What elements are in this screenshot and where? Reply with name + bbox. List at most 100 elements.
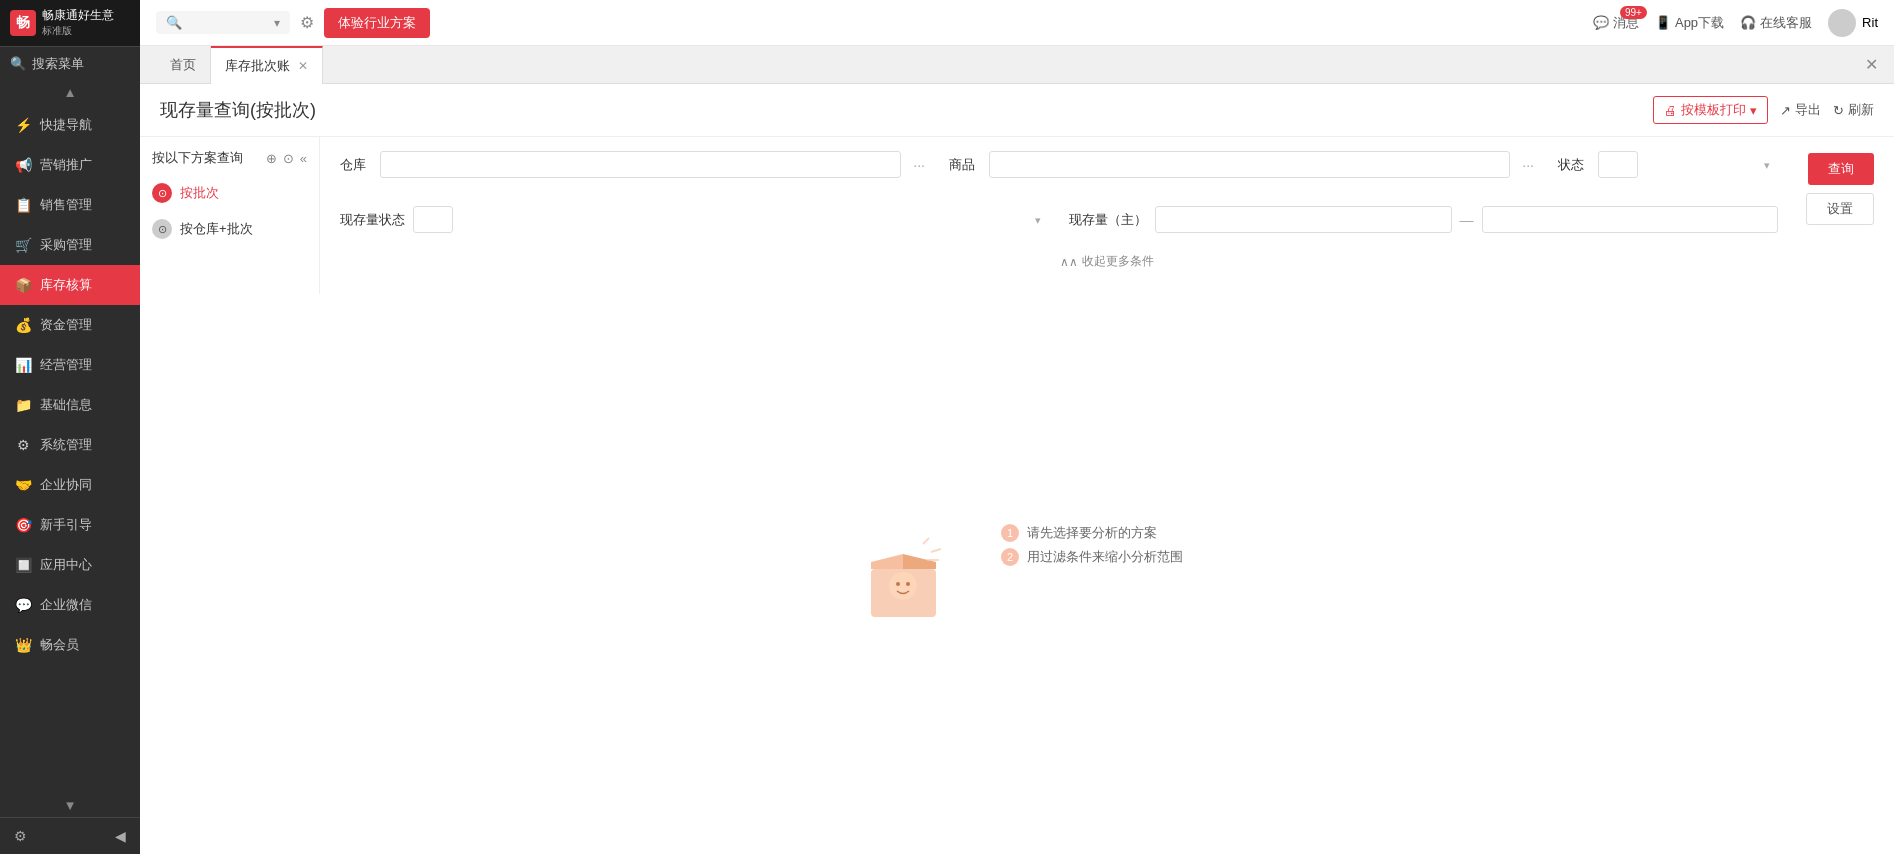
sidebar-label: 企业协同 [40,476,92,494]
sidebar-label: 营销推广 [40,156,92,174]
add-plan-icon[interactable]: ⊕ [266,151,277,166]
sidebar-label: 新手引导 [40,516,92,534]
message-icon: 💬 [1593,15,1609,30]
sidebar-item-enterprise[interactable]: 🤝 企业协同 [0,465,140,505]
product-dots[interactable]: ··· [1518,157,1538,173]
stock-qty-dash: — [1460,212,1474,228]
sidebar-item-business[interactable]: 📊 经营管理 [0,345,140,385]
member-icon: 👑 [14,636,32,654]
user-menu[interactable]: Rit [1828,9,1878,37]
sidebar-item-quick-nav[interactable]: ⚡ 快捷导航 [0,105,140,145]
scroll-down-button[interactable]: ▼ [0,793,140,817]
scroll-up-button[interactable]: ▲ [0,81,140,105]
tab-close-icon[interactable]: ✕ [298,59,308,73]
status-select[interactable] [1598,151,1638,178]
sidebar-item-system[interactable]: ⚙ 系统管理 [0,425,140,465]
svg-point-4 [896,582,900,586]
product-label: 商品 [949,156,981,174]
main-area: 🔍 ▾ ⚙ 体验行业方案 💬 消息 99+ 📱 App下载 🎧 在线客服 Rit [140,0,1894,854]
message-action[interactable]: 💬 消息 99+ [1593,14,1639,32]
warehouse-dots[interactable]: ··· [909,157,929,173]
search-input-wrap[interactable]: 🔍 ▾ [156,11,290,34]
settings-button[interactable]: 设置 [1806,193,1874,225]
search-menu[interactable]: 🔍 搜索菜单 [0,47,140,81]
finance-icon: 💰 [14,316,32,334]
page-header-actions: 🖨 按模板打印 ▾ ↗ 导出 ↻ 刷新 [1653,96,1874,124]
sidebar-label: 采购管理 [40,236,92,254]
collapse-bar[interactable]: ∧∧ 收起更多条件 [340,247,1874,280]
settings-plan-icon[interactable]: ⊙ [283,151,294,166]
sidebar: 畅 畅康通好生意 标准版 🔍 搜索菜单 ▲ ⚡ 快捷导航 📢 营销推广 📋 销售… [0,0,140,854]
app-download-icon: 📱 [1655,15,1671,30]
filter-sidebar-actions: ⊕ ⊙ « [266,151,307,166]
page-header: 现存量查询(按批次) 🖨 按模板打印 ▾ ↗ 导出 ↻ 刷新 [140,84,1894,137]
app-title: 畅康通好生意 [42,8,114,24]
online-service-action[interactable]: 🎧 在线客服 [1740,14,1812,32]
svg-line-7 [931,549,941,552]
collapse-plan-icon[interactable]: « [300,151,307,166]
status-label: 状态 [1558,156,1590,174]
status-field: 状态 [1558,151,1778,178]
print-icon: 🖨 [1664,103,1677,118]
sidebar-item-purchase[interactable]: 🛒 采购管理 [0,225,140,265]
stock-status-field: 现存量状态 [340,206,1049,233]
sidebar-item-inventory[interactable]: 📦 库存核算 [0,265,140,305]
refresh-button[interactable]: ↻ 刷新 [1833,101,1874,119]
svg-marker-1 [871,554,903,569]
plan-icon-red: ⊙ [152,183,172,203]
sidebar-item-app-center[interactable]: 🔲 应用中心 [0,545,140,585]
empty-state: 1 请先选择要分析的方案 2 用过滤条件来缩小分析范围 [140,294,1894,854]
system-icon: ⚙ [14,436,32,454]
sidebar-label: 快捷导航 [40,116,92,134]
sidebar-item-member[interactable]: 👑 畅会员 [0,625,140,665]
topbar-gear-icon[interactable]: ⚙ [300,13,314,32]
search-icon: 🔍 [10,56,26,71]
sidebar-label: 系统管理 [40,436,92,454]
print-button[interactable]: 🖨 按模板打印 ▾ [1653,96,1768,124]
plan-item-warehouse-batch[interactable]: ⊙ 按仓库+批次 [140,211,319,247]
sidebar-item-sales[interactable]: 📋 销售管理 [0,185,140,225]
query-button[interactable]: 查询 [1808,153,1874,185]
status-select-wrap [1598,151,1778,178]
sidebar-item-finance[interactable]: 💰 资金管理 [0,305,140,345]
tab-batch-account[interactable]: 库存批次账 ✕ [211,46,323,84]
product-input[interactable] [989,151,1510,178]
sidebar-label: 库存核算 [40,276,92,294]
sidebar-item-wechat[interactable]: 💬 企业微信 [0,585,140,625]
filter-area: 按以下方案查询 ⊕ ⊙ « ⊙ 按批次 ⊙ 按仓库+批次 [140,137,1894,294]
topbar-search-input[interactable] [188,16,268,30]
panel-close-button[interactable]: ✕ [1849,55,1894,74]
topbar-right: 💬 消息 99+ 📱 App下载 🎧 在线客服 Rit [1593,9,1878,37]
quick-nav-icon: ⚡ [14,116,32,134]
sidebar-nav: ⚡ 快捷导航 📢 营销推广 📋 销售管理 🛒 采购管理 📦 库存核算 💰 资金管… [0,105,140,793]
filter-row-1: 仓库 ··· 商品 ··· 状态 [340,151,1778,178]
print-dropdown-icon[interactable]: ▾ [1750,103,1757,118]
marketing-icon: 📢 [14,156,32,174]
wechat-icon: 💬 [14,596,32,614]
online-service-label: 在线客服 [1760,14,1812,32]
sidebar-label: 应用中心 [40,556,92,574]
sidebar-label: 基础信息 [40,396,92,414]
stock-status-select[interactable] [413,206,453,233]
sidebar-item-basic[interactable]: 📁 基础信息 [0,385,140,425]
stock-qty-to-input[interactable] [1482,206,1779,233]
export-button[interactable]: ↗ 导出 [1780,101,1821,119]
sidebar-label: 销售管理 [40,196,92,214]
stock-qty-from-input[interactable] [1155,206,1452,233]
topbar: 🔍 ▾ ⚙ 体验行业方案 💬 消息 99+ 📱 App下载 🎧 在线客服 Rit [140,0,1894,46]
warehouse-input[interactable] [380,151,901,178]
experience-btn[interactable]: 体验行业方案 [324,8,430,38]
settings-footer-icon[interactable]: ⚙ [14,828,27,844]
sidebar-item-marketing[interactable]: 📢 营销推广 [0,145,140,185]
stock-qty-label: 现存量（主） [1069,211,1147,229]
collapse-sidebar-icon[interactable]: ◀ [115,828,126,844]
sidebar-item-guide[interactable]: 🎯 新手引导 [0,505,140,545]
app-download-action[interactable]: 📱 App下载 [1655,14,1724,32]
plan-item-batch[interactable]: ⊙ 按批次 [140,175,319,211]
tab-home[interactable]: 首页 [156,46,211,84]
sidebar-label: 资金管理 [40,316,92,334]
product-field: 商品 ··· [949,151,1538,178]
app-title-wrap: 畅康通好生意 标准版 [42,8,114,38]
stock-qty-field: 现存量（主） — [1069,206,1778,233]
topbar-dropdown-icon[interactable]: ▾ [274,16,280,30]
